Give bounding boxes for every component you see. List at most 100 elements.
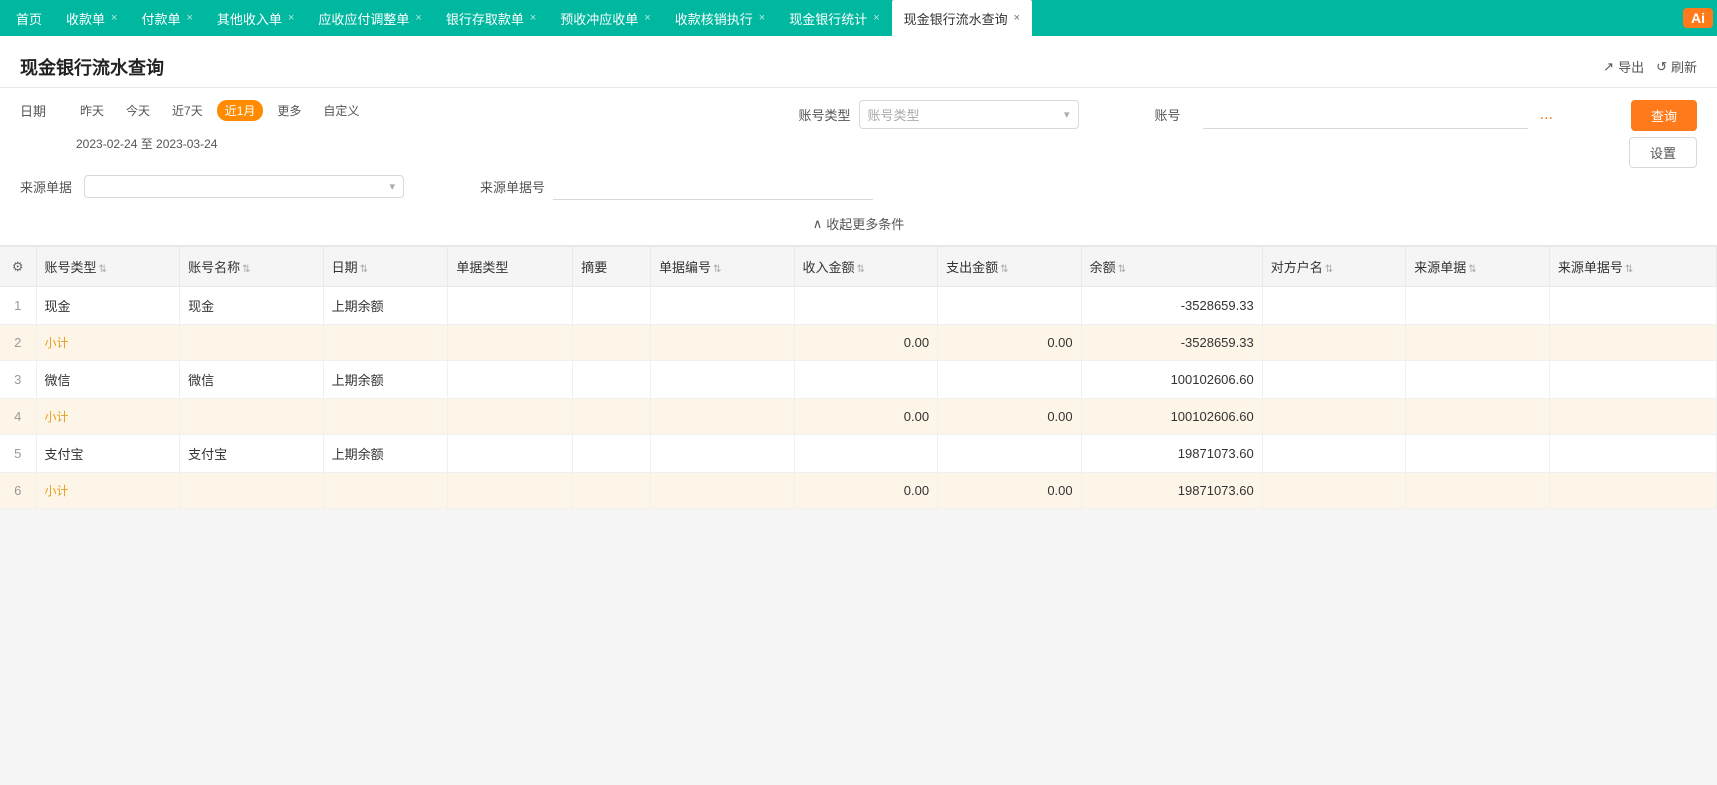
data-table: ⚙ 账号类型⇅ 账号名称⇅ 日期⇅ 单据类型 摘要 单据编号⇅ 收入金额⇅ 支出… [0, 246, 1717, 509]
source-doc-no-input[interactable] [553, 172, 873, 200]
date-1month[interactable]: 近1月 [217, 100, 264, 121]
account-input[interactable] [1203, 101, 1528, 129]
nav-label-bank-deposit: 银行存取款单 [446, 9, 524, 28]
close-icon[interactable]: × [111, 12, 117, 24]
source-doc-no-cell [1549, 361, 1716, 399]
nav-item-receipt[interactable]: 收款单 × [54, 0, 129, 36]
nav-label-bank-flow: 现金银行流水查询 [904, 9, 1008, 28]
close-icon[interactable]: × [759, 12, 765, 24]
nav-label-other-income: 其他收入单 [217, 9, 282, 28]
nav-label-payment: 付款单 [141, 9, 180, 28]
account-type-select[interactable]: 账号类型 ▾ [859, 100, 1079, 129]
close-icon[interactable]: × [530, 12, 536, 24]
date-7days[interactable]: 近7天 [164, 100, 211, 121]
table-row[interactable]: 2 小计 0.00 0.00 -3528659.33 [0, 325, 1717, 361]
table-row[interactable]: 6 小计 0.00 0.00 19871073.60 [0, 473, 1717, 509]
nav-label-advance: 预收冲应收单 [560, 9, 638, 28]
date-cell [323, 473, 448, 509]
nav-item-adjust[interactable]: 应收应付调整单 × [306, 0, 433, 36]
refresh-button[interactable]: ↺ 刷新 [1656, 57, 1697, 76]
col-summary[interactable]: 摘要 [573, 247, 651, 287]
nav-label-home: 首页 [16, 9, 42, 28]
row-index-cell: 1 [0, 287, 36, 325]
table-row[interactable]: 5 支付宝 支付宝 上期余额 19871073.60 [0, 435, 1717, 473]
income-cell [794, 287, 938, 325]
filter-top: 日期 昨天 今天 近7天 近1月 更多 自定义 2023-02-24 至 202… [20, 100, 1697, 168]
table-body: 1 现金 现金 上期余额 -3528659.33 2 小计 0.00 0.00 … [0, 287, 1717, 509]
doc-no-cell [650, 287, 794, 325]
balance-cell: 100102606.60 [1081, 399, 1262, 435]
close-icon[interactable]: × [644, 12, 650, 24]
gear-header[interactable]: ⚙ [0, 247, 36, 287]
data-table-container: ⚙ 账号类型⇅ 账号名称⇅ 日期⇅ 单据类型 摘要 单据编号⇅ 收入金额⇅ 支出… [0, 246, 1717, 509]
source-doc-select[interactable]: ▾ [84, 175, 404, 198]
col-source-doc-no[interactable]: 来源单据号⇅ [1549, 247, 1716, 287]
col-balance[interactable]: 余额⇅ [1081, 247, 1262, 287]
table-row[interactable]: 4 小计 0.00 0.00 100102606.60 [0, 399, 1717, 435]
expense-cell: 0.00 [938, 473, 1082, 509]
account-type-cell: 支付宝 [45, 447, 84, 462]
refresh-label: 刷新 [1671, 57, 1697, 76]
collapse-label: 收起更多条件 [826, 214, 904, 233]
account-name-cell: 现金 [180, 287, 324, 325]
date-more[interactable]: 更多 [269, 100, 309, 121]
nav-item-advance[interactable]: 预收冲应收单 × [548, 0, 662, 36]
account-type-cell: 小计 [36, 325, 180, 361]
query-button[interactable]: 查询 [1631, 100, 1697, 131]
row-index-cell: 5 [0, 435, 36, 473]
table-header-row: ⚙ 账号类型⇅ 账号名称⇅ 日期⇅ 单据类型 摘要 单据编号⇅ 收入金额⇅ 支出… [0, 247, 1717, 287]
col-date[interactable]: 日期⇅ [323, 247, 448, 287]
doc-type-cell [448, 435, 573, 473]
table-row[interactable]: 3 微信 微信 上期余额 100102606.60 [0, 361, 1717, 399]
source-doc-no-cell [1549, 287, 1716, 325]
col-source-doc[interactable]: 来源单据⇅ [1406, 247, 1550, 287]
nav-item-bank-flow[interactable]: 现金银行流水查询 × [892, 0, 1032, 36]
date-custom[interactable]: 自定义 [315, 100, 367, 121]
date-today[interactable]: 今天 [118, 100, 158, 121]
nav-item-payment[interactable]: 付款单 × [129, 0, 204, 36]
source-doc-cell [1406, 287, 1550, 325]
date-cell [323, 399, 448, 435]
summary-cell [573, 399, 651, 435]
nav-item-other-income[interactable]: 其他收入单 × [205, 0, 306, 36]
source-doc-cell [1406, 473, 1550, 509]
chevron-down-icon: ▾ [1064, 108, 1070, 121]
doc-no-cell [650, 473, 794, 509]
income-cell: 0.00 [794, 325, 938, 361]
summary-cell [573, 287, 651, 325]
source-doc-no-label: 来源单据号 [480, 177, 545, 196]
source-doc-label: 来源单据 [20, 177, 76, 196]
collapse-conditions-button[interactable]: ∧ 收起更多条件 [20, 210, 1697, 237]
income-cell [794, 361, 938, 399]
table-row[interactable]: 1 现金 现金 上期余额 -3528659.33 [0, 287, 1717, 325]
ai-badge[interactable]: Ai [1683, 8, 1713, 28]
doc-no-cell [650, 325, 794, 361]
more-options-button[interactable]: ... [1536, 106, 1557, 124]
close-icon[interactable]: × [288, 12, 294, 24]
close-icon[interactable]: × [186, 12, 192, 24]
col-account-type[interactable]: 账号类型⇅ [36, 247, 180, 287]
col-doc-type[interactable]: 单据类型 [448, 247, 573, 287]
account-type-placeholder: 账号类型 [868, 105, 920, 124]
nav-item-bank-stat[interactable]: 现金银行统计 × [777, 0, 891, 36]
col-account-name[interactable]: 账号名称⇅ [180, 247, 324, 287]
subtotal-label: 小计 [45, 484, 69, 498]
export-button[interactable]: ↗ 导出 [1603, 57, 1644, 76]
nav-item-home[interactable]: 首页 [4, 0, 54, 36]
balance-cell: 19871073.60 [1081, 435, 1262, 473]
source-doc-cell [1406, 399, 1550, 435]
col-counterparty[interactable]: 对方户名⇅ [1262, 247, 1406, 287]
close-icon[interactable]: × [1014, 12, 1020, 24]
close-icon[interactable]: × [873, 12, 879, 24]
col-doc-no[interactable]: 单据编号⇅ [650, 247, 794, 287]
row-index-cell: 4 [0, 399, 36, 435]
source-doc-no-cell [1549, 399, 1716, 435]
date-yesterday[interactable]: 昨天 [72, 100, 112, 121]
nav-item-bank-deposit[interactable]: 银行存取款单 × [434, 0, 548, 36]
account-type-cell: 微信 [45, 373, 71, 388]
col-income[interactable]: 收入金额⇅ [794, 247, 938, 287]
settings-button[interactable]: 设置 [1629, 137, 1697, 168]
close-icon[interactable]: × [415, 12, 421, 24]
col-expense[interactable]: 支出金额⇅ [938, 247, 1082, 287]
nav-item-collection[interactable]: 收款核销执行 × [663, 0, 777, 36]
